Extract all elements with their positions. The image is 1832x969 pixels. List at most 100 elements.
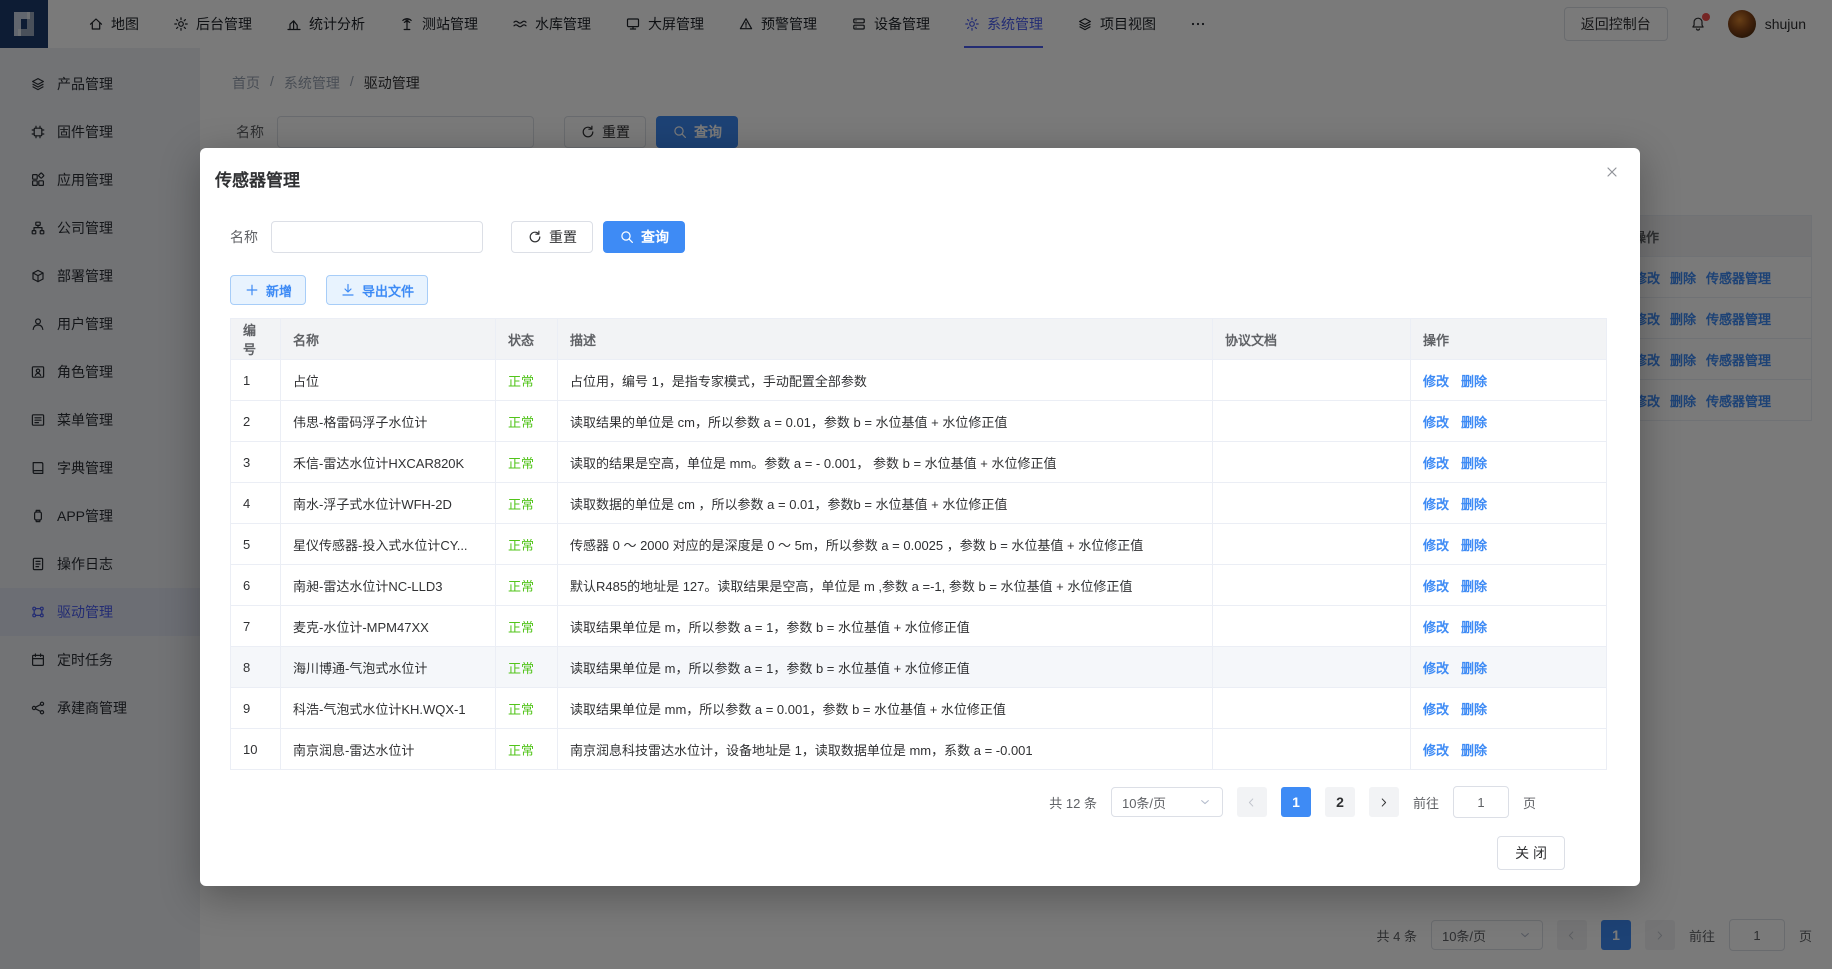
cell-actions: 修改删除 [1411, 442, 1607, 483]
table-row: 1占位正常占位用，编号 1，是指专家模式，手动配置全部参数 修改删除 [231, 360, 1607, 401]
edit-link[interactable]: 修改 [1423, 699, 1449, 718]
table-header-row: 编号名称状态描述协议文档操作 [231, 319, 1607, 360]
cell-status: 正常 [496, 524, 558, 565]
page-button-1[interactable]: 1 [1281, 787, 1311, 817]
cell-desc: 读取结果单位是 m，所以参数 a = 1，参数 b = 水位基值 + 水位修正值 [558, 606, 1213, 647]
modal-pagination: 共 12 条10条/页12前往页 [230, 786, 1610, 818]
delete-link[interactable]: 删除 [1461, 494, 1487, 513]
export-file-button[interactable]: 导出文件 [326, 275, 428, 305]
edit-link[interactable]: 修改 [1423, 453, 1449, 472]
chevron-down-icon [1198, 795, 1212, 809]
modal-toolbar: 新增 导出文件 [230, 275, 1610, 305]
cell-name: 南水-浮子式水位计WFH-2D [281, 483, 496, 524]
cell-desc: 读取结果单位是 mm，所以参数 a = 0.001，参数 b = 水位基值 + … [558, 688, 1213, 729]
cell-id: 4 [231, 483, 281, 524]
cell-actions: 修改删除 [1411, 565, 1607, 606]
cell-name: 海川博通-气泡式水位计 [281, 647, 496, 688]
edit-link[interactable]: 修改 [1423, 412, 1449, 431]
cell-actions: 修改删除 [1411, 647, 1607, 688]
cell-status: 正常 [496, 729, 558, 770]
row-actions: 修改删除 [1423, 576, 1594, 595]
row-actions: 修改删除 [1423, 617, 1594, 636]
name-label: 名称 [230, 227, 258, 247]
cell-status: 正常 [496, 606, 558, 647]
cell-id: 7 [231, 606, 281, 647]
modal-name-input[interactable] [271, 221, 483, 253]
column-header-名称: 名称 [281, 319, 496, 360]
goto-page-input[interactable] [1453, 786, 1509, 818]
cell-doc [1213, 729, 1411, 770]
edit-link[interactable]: 修改 [1423, 658, 1449, 677]
cell-id: 1 [231, 360, 281, 401]
edit-link[interactable]: 修改 [1423, 576, 1449, 595]
modal-footer: 关 闭 [1497, 836, 1565, 870]
delete-link[interactable]: 删除 [1461, 412, 1487, 431]
delete-link[interactable]: 删除 [1461, 617, 1487, 636]
pagination-total: 共 12 条 [1049, 793, 1097, 812]
cell-id: 6 [231, 565, 281, 606]
table-row: 3禾信-雷达水位计HXCAR820K正常读取的结果是空高，单位是 mm。参数 a… [231, 442, 1607, 483]
delete-link[interactable]: 删除 [1461, 576, 1487, 595]
cell-doc [1213, 606, 1411, 647]
cell-status: 正常 [496, 565, 558, 606]
edit-link[interactable]: 修改 [1423, 740, 1449, 759]
modal-reset-button[interactable]: 重置 [511, 221, 593, 253]
delete-link[interactable]: 删除 [1461, 535, 1487, 554]
table-row: 9科浩-气泡式水位计KH.WQX-1正常读取结果单位是 mm，所以参数 a = … [231, 688, 1607, 729]
cell-desc: 占位用，编号 1，是指专家模式，手动配置全部参数 [558, 360, 1213, 401]
delete-link[interactable]: 删除 [1461, 453, 1487, 472]
delete-link[interactable]: 删除 [1461, 658, 1487, 677]
cell-name: 占位 [281, 360, 496, 401]
cell-doc [1213, 565, 1411, 606]
cell-name: 南昶-雷达水位计NC-LLD3 [281, 565, 496, 606]
column-header-协议文档: 协议文档 [1213, 319, 1411, 360]
edit-link[interactable]: 修改 [1423, 371, 1449, 390]
modal-query-button[interactable]: 查询 [603, 221, 685, 253]
cell-desc: 传感器 0 ～ 2000 对应的是深度是 0 ～ 5m，所以参数 a = 0.0… [558, 524, 1213, 565]
cell-status: 正常 [496, 360, 558, 401]
delete-link[interactable]: 删除 [1461, 699, 1487, 718]
cell-desc: 读取结果单位是 m，所以参数 a = 1，参数 b = 水位基值 + 水位修正值 [558, 647, 1213, 688]
cell-id: 2 [231, 401, 281, 442]
cell-name: 科浩-气泡式水位计KH.WQX-1 [281, 688, 496, 729]
close-icon[interactable] [1604, 164, 1620, 180]
modal-close-button[interactable]: 关 闭 [1497, 836, 1565, 870]
cell-doc [1213, 688, 1411, 729]
modal-title: 传感器管理 [215, 166, 1624, 191]
cell-desc: 读取的结果是空高，单位是 mm。参数 a = - 0.001， 参数 b = 水… [558, 442, 1213, 483]
goto-unit: 页 [1523, 793, 1536, 812]
edit-link[interactable]: 修改 [1423, 494, 1449, 513]
table-row: 8海川博通-气泡式水位计正常读取结果单位是 m，所以参数 a = 1，参数 b … [231, 647, 1607, 688]
cell-actions: 修改删除 [1411, 360, 1607, 401]
delete-link[interactable]: 删除 [1461, 740, 1487, 759]
search-icon [619, 229, 635, 245]
cell-doc [1213, 401, 1411, 442]
sensor-modal: 传感器管理 名称 重置 查询 新增 导出文件 编号名称状 [200, 148, 1640, 886]
cell-id: 10 [231, 729, 281, 770]
row-actions: 修改删除 [1423, 494, 1594, 513]
edit-link[interactable]: 修改 [1423, 617, 1449, 636]
table-row: 5星仪传感器-投入式水位计CY...正常传感器 0 ～ 2000 对应的是深度是… [231, 524, 1607, 565]
cell-name: 麦克-水位计-MPM47XX [281, 606, 496, 647]
cell-actions: 修改删除 [1411, 729, 1607, 770]
cell-name: 禾信-雷达水位计HXCAR820K [281, 442, 496, 483]
cell-status: 正常 [496, 483, 558, 524]
cell-status: 正常 [496, 401, 558, 442]
cell-name: 星仪传感器-投入式水位计CY... [281, 524, 496, 565]
cell-actions: 修改删除 [1411, 401, 1607, 442]
column-header-描述: 描述 [558, 319, 1213, 360]
cell-status: 正常 [496, 688, 558, 729]
cell-desc: 南京润息科技雷达水位计，设备地址是 1，读取数据单位是 mm，系数 a = -0… [558, 729, 1213, 770]
cell-doc [1213, 483, 1411, 524]
sensor-table: 编号名称状态描述协议文档操作1占位正常占位用，编号 1，是指专家模式，手动配置全… [230, 318, 1607, 770]
edit-link[interactable]: 修改 [1423, 535, 1449, 554]
refresh-icon [527, 229, 543, 245]
page-button-2[interactable]: 2 [1325, 787, 1355, 817]
next-page-button[interactable] [1369, 787, 1399, 817]
cell-doc [1213, 647, 1411, 688]
delete-link[interactable]: 删除 [1461, 371, 1487, 390]
cell-status: 正常 [496, 442, 558, 483]
row-actions: 修改删除 [1423, 371, 1594, 390]
page-size-select[interactable]: 10条/页 [1111, 787, 1223, 817]
add-button[interactable]: 新增 [230, 275, 306, 305]
